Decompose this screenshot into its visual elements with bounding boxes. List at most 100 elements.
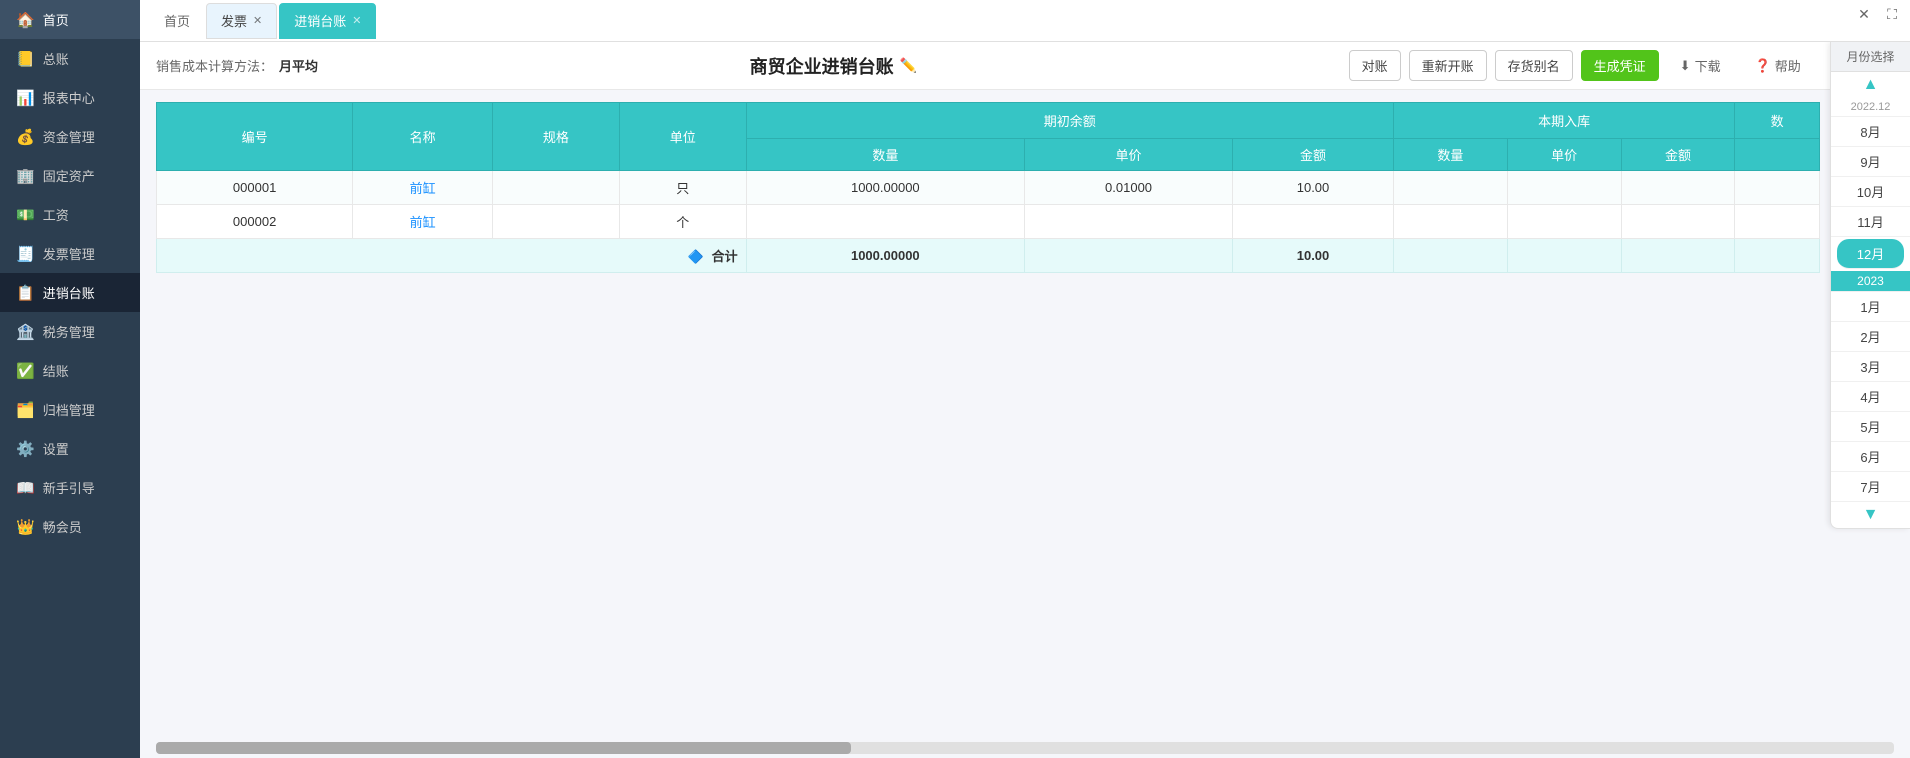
sidebar-item-vip[interactable]: 👑 畅会员 [0,507,140,546]
month-7[interactable]: 7月 [1831,472,1910,502]
maximize-window-button[interactable]: ⛶ [1882,4,1902,24]
sidebar-item-settings[interactable]: ⚙️ 设置 [0,429,140,468]
row1-ci-unit-price [1507,171,1621,205]
reopen-button[interactable]: 重新开账 [1409,50,1487,81]
sidebar-item-close[interactable]: ✅ 结账 [0,351,140,390]
sidebar-item-salary[interactable]: 💵 工资 [0,195,140,234]
page-title: 商贸企业进销台账 ✏️ [750,53,917,79]
row2-ob-unit-price [1025,205,1233,239]
stock-ledger-icon: 📋 [16,284,35,302]
main-area: ✕ ⛶ 首页 发票 ✕ 进销台账 ✕ 销售成本计算方法： 月平均 商贸企业进销台… [140,0,1910,758]
sidebar-item-reports-label: 报表中心 [43,88,95,107]
col-ob-quantity-header: 数量 [746,139,1024,171]
col-code-header: 编号 [157,103,353,171]
month-1[interactable]: 1月 [1831,292,1910,322]
reconcile-button[interactable]: 对账 [1349,50,1401,81]
row1-ob-unit-price: 0.01000 [1025,171,1233,205]
sidebar-item-tax[interactable]: 🏦 税务管理 [0,312,140,351]
tab-stock-ledger-close[interactable]: ✕ [352,14,361,27]
row2-ob-quantity [746,205,1024,239]
row2-ob-amount [1233,205,1394,239]
row2-spec [493,205,620,239]
month-12[interactable]: 12月 [1837,239,1904,269]
row1-ci-quantity [1394,171,1508,205]
month-2[interactable]: 2月 [1831,322,1910,352]
sidebar-item-archive[interactable]: 🗂️ 归档管理 [0,390,140,429]
tab-invoice[interactable]: 发票 ✕ [206,3,277,39]
close-window-button[interactable]: ✕ [1854,4,1874,24]
total-ci-amount [1621,239,1735,273]
month-11[interactable]: 11月 [1831,207,1910,237]
col-extra-sub-header [1735,139,1820,171]
scrollbar-thumb[interactable] [156,742,851,754]
month-nav-down[interactable]: ▼ [1831,502,1910,528]
month-8[interactable]: 8月 [1831,117,1910,147]
sidebar-item-invoice-mgmt-label: 发票管理 [43,244,95,263]
horizontal-scrollbar[interactable] [156,742,1894,754]
month-6[interactable]: 6月 [1831,442,1910,472]
tab-bar: 首页 发票 ✕ 进销台账 ✕ [140,0,1910,42]
row1-name: 前缸 [353,171,493,205]
row2-extra [1735,205,1820,239]
month-4[interactable]: 4月 [1831,382,1910,412]
row2-name: 前缸 [353,205,493,239]
edit-title-icon[interactable]: ✏️ [900,57,917,74]
save-alias-button[interactable]: 存货别名 [1495,50,1573,81]
content-topbar: 销售成本计算方法： 月平均 商贸企业进销台账 ✏️ 对账 重新开账 存货别名 生… [140,42,1910,90]
sidebar-item-ledger-label: 总账 [43,49,69,68]
download-button[interactable]: ⬇ 下载 [1667,50,1734,81]
sidebar-item-archive-label: 归档管理 [43,400,95,419]
total-ob-quantity: 1000.00000 [746,239,1024,273]
tab-invoice-close[interactable]: ✕ [253,14,262,27]
total-ob-unit-price [1025,239,1233,273]
sidebar-item-settings-label: 设置 [43,439,69,458]
row2-ci-quantity [1394,205,1508,239]
tab-home[interactable]: 首页 [150,3,204,39]
total-ci-quantity [1394,239,1508,273]
total-ob-amount: 10.00 [1233,239,1394,273]
row2-unit: 个 [619,205,746,239]
col-extra-header: 数 [1735,103,1820,139]
sidebar-item-reports[interactable]: 📊 报表中心 [0,78,140,117]
col-ob-amount-header: 金额 [1233,139,1394,171]
row1-name-link[interactable]: 前缸 [410,181,436,196]
archive-icon: 🗂️ [16,401,35,419]
stock-ledger-table: 编号 名称 规格 单位 期初余额 本期入库 数 数量 单价 金额 数量 单价 [156,102,1820,273]
table-wrapper: 编号 名称 规格 单位 期初余额 本期入库 数 数量 单价 金额 数量 单价 [140,90,1910,738]
tab-stock-ledger[interactable]: 进销台账 ✕ [279,3,376,39]
row2-name-link[interactable]: 前缸 [410,215,436,230]
help-icon: ❓ [1755,58,1771,74]
month-10[interactable]: 10月 [1831,177,1910,207]
generate-voucher-button[interactable]: 生成凭证 [1581,50,1659,81]
row1-spec [493,171,620,205]
sidebar-item-home[interactable]: 🏠 首页 [0,0,140,39]
settings-icon: ⚙️ [16,440,35,458]
toolbar-actions: 对账 重新开账 存货别名 生成凭证 ⬇ 下载 ❓ 帮助 🔄 刷新 [1349,50,1894,81]
funds-icon: 💰 [16,128,35,146]
table-row: 000001 前缸 只 1000.00000 0.01000 10.00 [157,171,1820,205]
col-name-header: 名称 [353,103,493,171]
sidebar-item-stock-ledger[interactable]: 📋 进销台账 [0,273,140,312]
sidebar-item-assets-label: 固定资产 [43,166,95,185]
sidebar-item-guide[interactable]: 📖 新手引导 [0,468,140,507]
sidebar-item-ledger[interactable]: 📒 总账 [0,39,140,78]
sidebar-item-assets[interactable]: 🏢 固定资产 [0,156,140,195]
help-button[interactable]: ❓ 帮助 [1742,50,1814,81]
month-9[interactable]: 9月 [1831,147,1910,177]
row2-code: 000002 [157,205,353,239]
invoice-mgmt-icon: 🧾 [16,245,35,263]
sidebar-item-funds[interactable]: 💰 资金管理 [0,117,140,156]
sidebar-item-invoice-mgmt[interactable]: 🧾 发票管理 [0,234,140,273]
month-5[interactable]: 5月 [1831,412,1910,442]
sidebar-item-funds-label: 资金管理 [43,127,95,146]
row1-ci-amount [1621,171,1735,205]
table-row: 000002 前缸 个 [157,205,1820,239]
tab-home-label: 首页 [164,11,190,30]
month-3[interactable]: 3月 [1831,352,1910,382]
total-extra [1735,239,1820,273]
month-nav-up[interactable]: ▲ [1831,72,1910,98]
month-2022-label: 2022.12 [1831,98,1910,117]
close-account-icon: ✅ [16,362,35,380]
guide-icon: 📖 [16,479,35,497]
cost-method: 销售成本计算方法： 月平均 [156,56,318,75]
